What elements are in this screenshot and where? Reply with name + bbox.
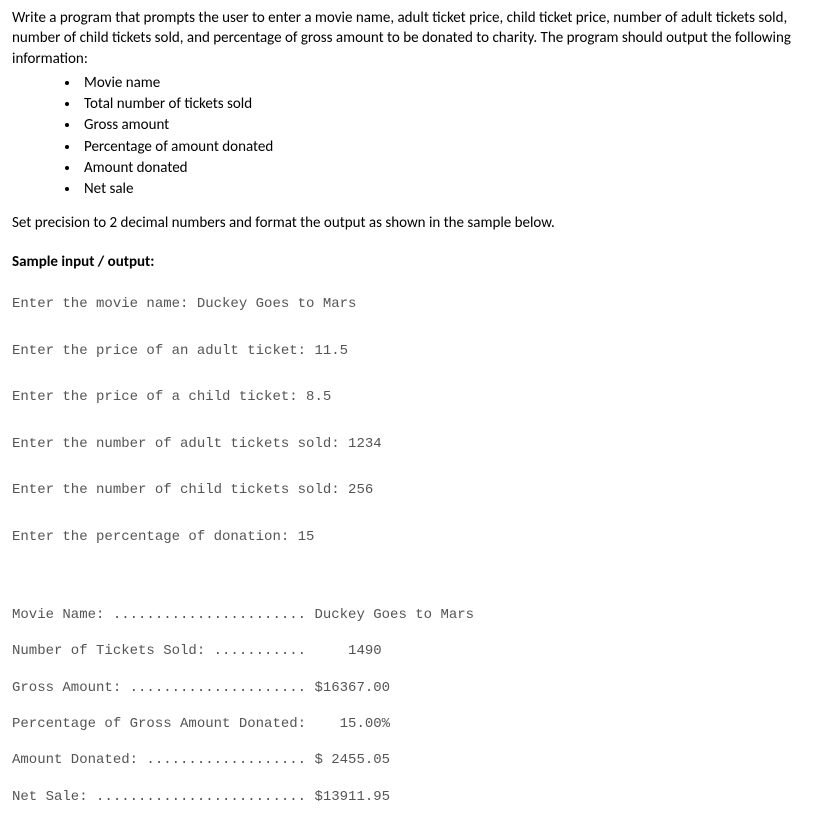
bullet-item: Net sale — [80, 179, 825, 199]
sample-output-block: Movie Name: ....................... Duck… — [12, 588, 825, 824]
console-line: Enter the number of child tickets sold: … — [12, 480, 825, 500]
bullet-item: Amount donated — [80, 158, 825, 178]
bullet-item: Gross amount — [80, 115, 825, 135]
output-line: Number of Tickets Sold: ........... 1490 — [12, 642, 825, 660]
bullet-item: Percentage of amount donated — [80, 137, 825, 157]
sample-input-block: Enter the movie name: Duckey Goes to Mar… — [12, 274, 825, 574]
output-line: Net Sale: ......................... $139… — [12, 788, 825, 806]
bullet-item: Total number of tickets sold — [80, 94, 825, 114]
console-line: Enter the number of adult tickets sold: … — [12, 434, 825, 454]
output-line: Gross Amount: ..................... $163… — [12, 679, 825, 697]
console-line: Enter the price of a child ticket: 8.5 — [12, 387, 825, 407]
console-line: Enter the movie name: Duckey Goes to Mar… — [12, 294, 825, 314]
bullet-item: Movie name — [80, 73, 825, 93]
console-line: Enter the price of an adult ticket: 11.5 — [12, 341, 825, 361]
precision-note: Set precision to 2 decimal numbers and f… — [12, 213, 825, 233]
output-line: Percentage of Gross Amount Donated: 15.0… — [12, 715, 825, 733]
sample-heading: Sample input / output: — [12, 252, 825, 272]
output-line: Movie Name: ....................... Duck… — [12, 606, 825, 624]
output-bullets: Movie name Total number of tickets sold … — [12, 73, 825, 200]
console-line: Enter the percentage of donation: 15 — [12, 527, 825, 547]
output-line: Amount Donated: ................... $ 24… — [12, 751, 825, 769]
problem-intro: Write a program that prompts the user to… — [12, 8, 825, 69]
